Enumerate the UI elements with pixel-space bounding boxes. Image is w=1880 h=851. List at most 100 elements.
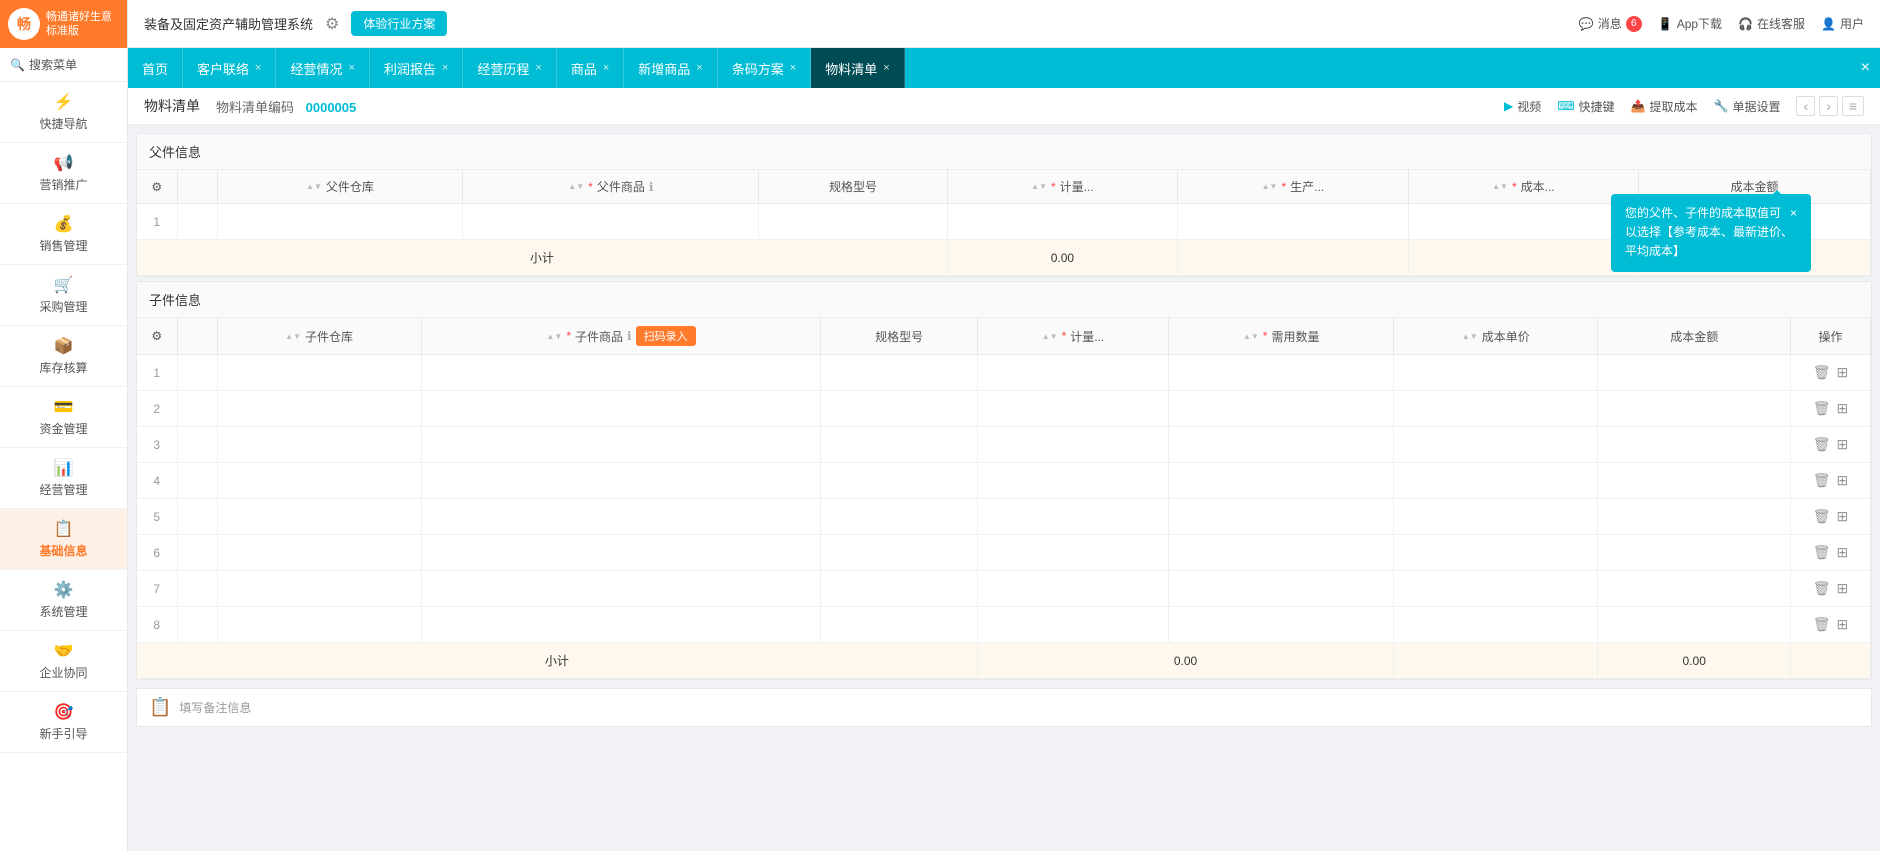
tab-bom[interactable]: 物料清单 × bbox=[811, 48, 904, 88]
tab-ops-status[interactable]: 经营情况 × bbox=[276, 48, 369, 88]
child-row-2-unit[interactable] bbox=[977, 391, 1168, 427]
marketing-icon: 📢 bbox=[54, 153, 74, 173]
parent-row-1-unit[interactable] bbox=[947, 204, 1177, 240]
sidebar-nav: ⚡ 快捷导航 📢 营销推广 💰 销售管理 🛒 采购管理 📦 库存核算 💳 资金管… bbox=[0, 82, 127, 851]
sidebar-logo: 畅 畅通诸好生意 标准版 bbox=[0, 0, 127, 48]
child-row-1-unit[interactable] bbox=[977, 355, 1168, 391]
extract-cost-action[interactable]: 📤 提取成本 bbox=[1631, 98, 1698, 115]
sidebar-item-quick-nav[interactable]: ⚡ 快捷导航 bbox=[0, 82, 127, 143]
trial-button[interactable]: 体验行业方案 bbox=[351, 11, 447, 36]
child-row-2-cost-price[interactable] bbox=[1394, 391, 1598, 427]
child-row-2-product[interactable] bbox=[421, 391, 821, 427]
footer-text: 填写备注信息 bbox=[179, 699, 251, 716]
footer-notes[interactable]: 📋 填写备注信息 bbox=[136, 688, 1872, 727]
child-col-action: 操作 bbox=[1791, 318, 1871, 355]
delete-icon-5[interactable]: 🗑 bbox=[1813, 508, 1831, 525]
parent-col-unit: ▲▼ * 计量... bbox=[947, 170, 1177, 204]
copy-icon-1[interactable]: ⊞ bbox=[1837, 364, 1849, 381]
child-row-1-product[interactable] bbox=[421, 355, 821, 391]
parent-row-1-product[interactable] bbox=[463, 204, 759, 240]
prev-arrow[interactable]: ‹ bbox=[1796, 96, 1815, 116]
copy-icon-3[interactable]: ⊞ bbox=[1837, 436, 1849, 453]
parent-row-1-warehouse[interactable] bbox=[217, 204, 463, 240]
view-action[interactable]: ▶ 视频 bbox=[1504, 98, 1541, 115]
tab-close-barcode[interactable]: × bbox=[790, 62, 796, 74]
menu-arrow[interactable]: ≡ bbox=[1842, 96, 1864, 116]
tab-ops-history[interactable]: 经营历程 × bbox=[463, 48, 556, 88]
sidebar-item-system[interactable]: ⚙️ 系统管理 bbox=[0, 570, 127, 631]
delete-icon-7[interactable]: 🗑 bbox=[1813, 580, 1831, 597]
tab-close-profit[interactable]: × bbox=[442, 62, 448, 74]
gear-button[interactable]: ⚙ bbox=[325, 14, 339, 34]
parent-row-1-cost[interactable] bbox=[1408, 204, 1638, 240]
copy-icon-8[interactable]: ⊞ bbox=[1837, 616, 1849, 633]
search-menu[interactable]: 🔍 搜索菜单 bbox=[0, 48, 127, 82]
child-row-1-quantity[interactable] bbox=[1169, 355, 1394, 391]
tab-barcode[interactable]: 条码方案 × bbox=[718, 48, 811, 88]
delete-icon-6[interactable]: 🗑 bbox=[1813, 544, 1831, 561]
child-row-1-spec[interactable] bbox=[821, 355, 977, 391]
parent-row-1-spec[interactable] bbox=[759, 204, 947, 240]
scan-button[interactable]: 扫码录入 bbox=[636, 326, 696, 346]
tab-profit[interactable]: 利润报告 × bbox=[370, 48, 463, 88]
sales-icon: 💰 bbox=[54, 214, 74, 234]
sidebar-item-operations[interactable]: 📊 经营管理 bbox=[0, 448, 127, 509]
copy-icon-7[interactable]: ⊞ bbox=[1837, 580, 1849, 597]
copy-icon-6[interactable]: ⊞ bbox=[1837, 544, 1849, 561]
sidebar-item-sales[interactable]: 💰 销售管理 bbox=[0, 204, 127, 265]
tooltip-close-btn[interactable]: × bbox=[1790, 204, 1797, 223]
child-row-2-spec[interactable] bbox=[821, 391, 977, 427]
shortcut-action[interactable]: ⌨ 快捷键 bbox=[1557, 98, 1614, 115]
shortcut-icon: ⌨ bbox=[1557, 99, 1574, 113]
tab-customer[interactable]: 客户联络 × bbox=[183, 48, 276, 88]
delete-icon-2[interactable]: 🗑 bbox=[1813, 400, 1831, 417]
online-support-button[interactable]: 🎧 在线客服 bbox=[1738, 15, 1805, 32]
delete-icon-4[interactable]: 🗑 bbox=[1813, 472, 1831, 489]
tab-close-ops-history[interactable]: × bbox=[535, 62, 541, 74]
app-download-button[interactable]: 📱 App下载 bbox=[1658, 15, 1722, 32]
parent-row-1-production[interactable] bbox=[1178, 204, 1408, 240]
info-icon-child-product: ℹ bbox=[627, 329, 632, 343]
child-row-2-warehouse[interactable] bbox=[217, 391, 421, 427]
message-badge: 6 bbox=[1626, 16, 1642, 32]
headset-icon: 🎧 bbox=[1738, 17, 1753, 31]
sidebar-item-finance[interactable]: 💳 资金管理 bbox=[0, 387, 127, 448]
sidebar-item-marketing[interactable]: 📢 营销推广 bbox=[0, 143, 127, 204]
tab-close-new-goods[interactable]: × bbox=[696, 62, 702, 74]
sidebar-item-basic-info[interactable]: 📋 基础信息 bbox=[0, 509, 127, 570]
next-arrow[interactable]: › bbox=[1819, 96, 1838, 116]
tab-close-ops-status[interactable]: × bbox=[348, 62, 354, 74]
child-row-1-warehouse[interactable] bbox=[217, 355, 421, 391]
copy-icon-5[interactable]: ⊞ bbox=[1837, 508, 1849, 525]
sidebar-item-cooperation[interactable]: 🤝 企业协同 bbox=[0, 631, 127, 692]
tab-home[interactable]: 首页 bbox=[128, 48, 183, 88]
child-row-8: 8 🗑 ⊞ bbox=[137, 607, 1871, 643]
parent-col-product: ▲▼ * 父件商品 ℹ bbox=[463, 170, 759, 204]
finance-icon: 💳 bbox=[54, 397, 74, 417]
child-col-gear[interactable]: ⚙ bbox=[137, 318, 177, 355]
sidebar-item-guide[interactable]: 🎯 新手引导 bbox=[0, 692, 127, 753]
copy-icon-4[interactable]: ⊞ bbox=[1837, 472, 1849, 489]
delete-icon-1[interactable]: 🗑 bbox=[1813, 364, 1831, 381]
tab-new-goods[interactable]: 新增商品 × bbox=[624, 48, 717, 88]
parent-col-gear[interactable]: ⚙ bbox=[137, 170, 177, 204]
tab-close-goods[interactable]: × bbox=[603, 62, 609, 74]
invoice-settings-action[interactable]: 🔧 单据设置 bbox=[1714, 98, 1781, 115]
sidebar-item-inventory[interactable]: 📦 库存核算 bbox=[0, 326, 127, 387]
child-row-1-cost-price[interactable] bbox=[1394, 355, 1598, 391]
sidebar-item-purchase[interactable]: 🛒 采购管理 bbox=[0, 265, 127, 326]
copy-icon-2[interactable]: ⊞ bbox=[1837, 400, 1849, 417]
tab-close-bom[interactable]: × bbox=[883, 62, 889, 74]
child-row-3: 3 🗑 ⊞ bbox=[137, 427, 1871, 463]
logo-text: 畅通诸好生意 标准版 bbox=[46, 10, 112, 39]
extract-icon: 📤 bbox=[1631, 99, 1646, 113]
delete-icon-8[interactable]: 🗑 bbox=[1813, 616, 1831, 633]
user-menu[interactable]: 👤 用户 bbox=[1821, 15, 1864, 32]
delete-icon-3[interactable]: 🗑 bbox=[1813, 436, 1831, 453]
message-button[interactable]: 💬 消息 6 bbox=[1579, 15, 1642, 32]
bom-code-value: 0000005 bbox=[306, 100, 357, 115]
tab-close-all[interactable]: × bbox=[1851, 59, 1880, 77]
tab-close-customer[interactable]: × bbox=[255, 62, 261, 74]
tab-goods[interactable]: 商品 × bbox=[557, 48, 624, 88]
child-row-2-quantity[interactable] bbox=[1169, 391, 1394, 427]
